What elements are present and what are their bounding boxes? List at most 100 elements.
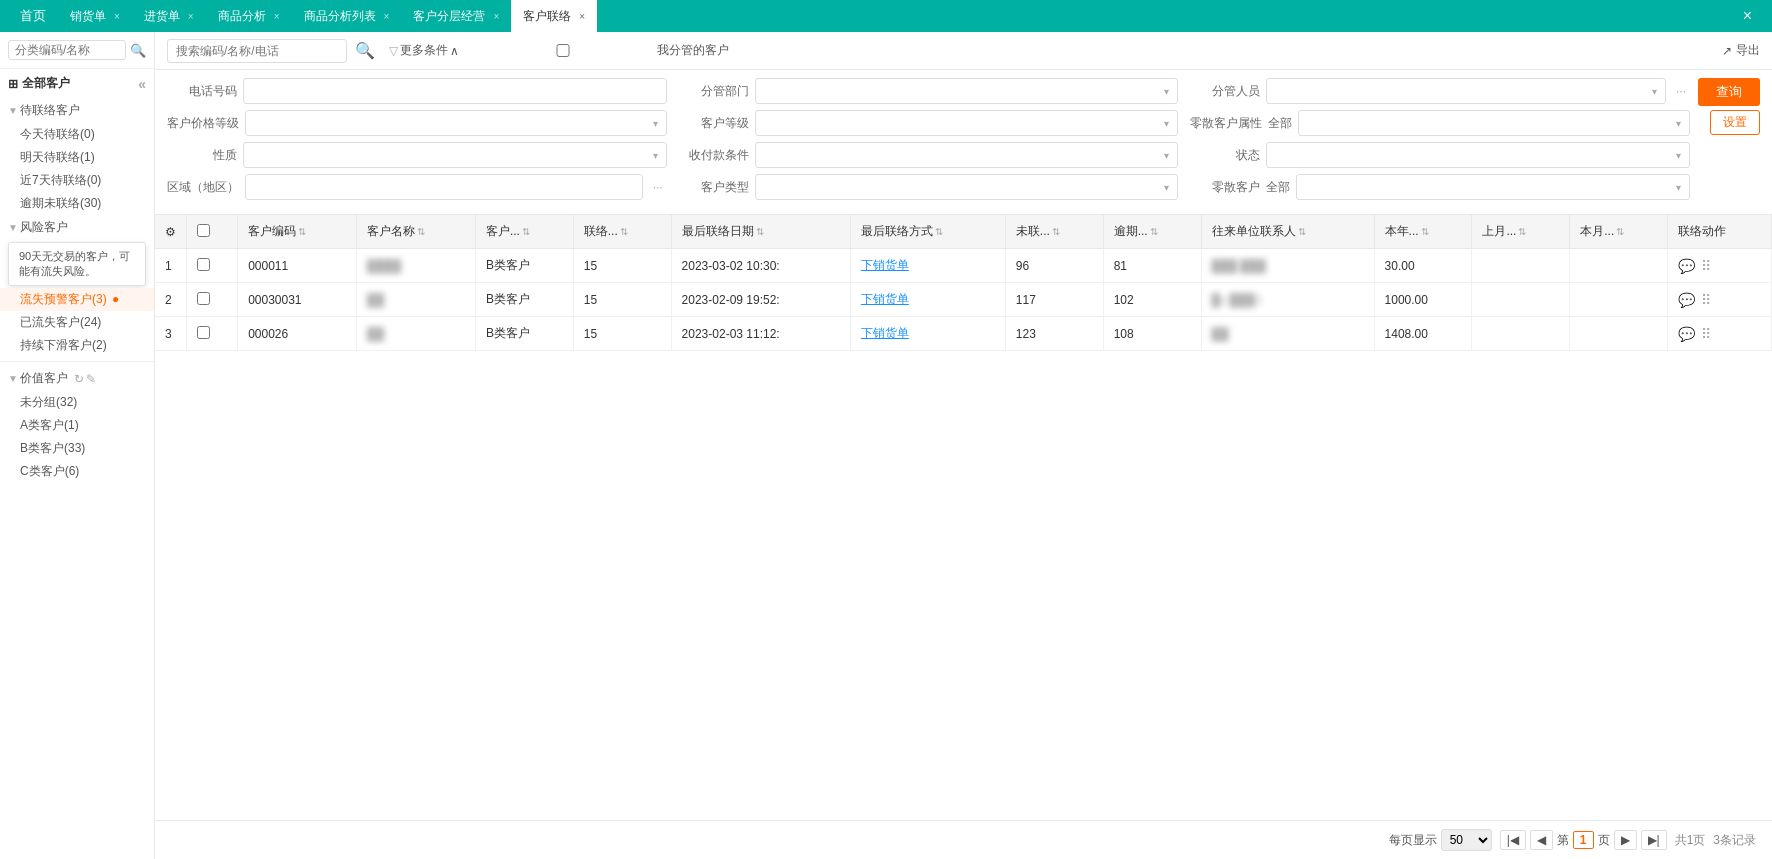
filter-status: 状态 ▾	[1190, 142, 1690, 168]
more-icon[interactable]: ···	[1672, 84, 1690, 98]
row-code: 000026	[238, 317, 357, 351]
tab-customer-link[interactable]: 客户联络 ×	[511, 0, 597, 32]
col-overdue[interactable]: 逾期...⇅	[1103, 215, 1201, 249]
sidebar-search-area: 🔍	[0, 32, 154, 69]
col-last-month[interactable]: 上月...⇅	[1472, 215, 1570, 249]
payment-select[interactable]: ▾	[755, 142, 1179, 168]
close-customer-link-icon[interactable]: ×	[579, 11, 585, 22]
more-actions-icon[interactable]: ⠿	[1701, 326, 1711, 342]
more-actions-icon[interactable]: ⠿	[1701, 292, 1711, 308]
sidebar-item-tomorrow[interactable]: 明天待联络(1)	[0, 146, 154, 169]
close-sales-icon[interactable]: ×	[114, 11, 120, 22]
sort-icon: ⇅	[417, 226, 425, 237]
col-this-year[interactable]: 本年...⇅	[1374, 215, 1472, 249]
tab-analysis-list[interactable]: 商品分析列表 ×	[292, 0, 402, 32]
last-page-button[interactable]: ▶|	[1641, 830, 1667, 850]
dept-select[interactable]: ▾	[755, 78, 1179, 104]
col-last-contact-method[interactable]: 最后联络方式⇅	[850, 215, 1005, 249]
cust-level-select[interactable]: ▾	[755, 110, 1179, 136]
query-button[interactable]: 查询	[1698, 78, 1760, 106]
row-last-contact-method[interactable]: 下销货单	[850, 283, 1005, 317]
sidebar-group-pending[interactable]: ▼ 待联络客户	[0, 98, 154, 123]
close-all-button[interactable]: ×	[1731, 7, 1764, 25]
next-page-button[interactable]: ▶	[1614, 830, 1637, 850]
col-type[interactable]: 客户...⇅	[475, 215, 573, 249]
row-select-checkbox[interactable]	[197, 292, 210, 305]
close-analysis-list-icon[interactable]: ×	[384, 11, 390, 22]
more-icon[interactable]: ···	[649, 180, 667, 194]
chat-icon[interactable]: 💬	[1678, 258, 1695, 274]
more-conditions-button[interactable]: ▽ 更多条件 ∧	[383, 38, 465, 63]
sidebar-item-churn-lost[interactable]: 已流失客户(24)	[0, 311, 154, 334]
close-customer-tier-icon[interactable]: ×	[493, 11, 499, 22]
price-level-select[interactable]: ▾	[245, 110, 667, 136]
contact-method-link[interactable]: 下销货单	[861, 292, 909, 306]
retail-attr-select[interactable]: ▾	[1298, 110, 1690, 136]
chat-icon[interactable]: 💬	[1678, 326, 1695, 342]
sidebar-item-today[interactable]: 今天待联络(0)	[0, 123, 154, 146]
col-unit-contact[interactable]: 往来单位联系人⇅	[1201, 215, 1374, 249]
sidebar-all-customers[interactable]: ⊞ 全部客户 «	[0, 69, 154, 98]
row-this-year: 1000.00	[1374, 283, 1472, 317]
sidebar-item-overdue[interactable]: 逾期未联络(30)	[0, 192, 154, 215]
nature-select[interactable]: ▾	[243, 142, 667, 168]
col-name[interactable]: 客户名称⇅	[357, 215, 476, 249]
search-button[interactable]: 🔍	[355, 41, 375, 60]
row-checkbox[interactable]	[187, 317, 238, 351]
sidebar-item-ungrouped[interactable]: 未分组(32)	[0, 391, 154, 414]
my-customers-checkbox-label[interactable]: 我分管的客户	[473, 42, 729, 59]
search-input[interactable]	[167, 39, 347, 63]
contact-method-link[interactable]: 下销货单	[861, 326, 909, 340]
row-select-checkbox[interactable]	[197, 326, 210, 339]
checkbox-header[interactable]	[187, 215, 238, 249]
sidebar-item-a-class[interactable]: A类客户(1)	[0, 414, 154, 437]
phone-input[interactable]	[243, 78, 667, 104]
per-page-select[interactable]: 50 100 200	[1441, 829, 1492, 851]
tab-sales[interactable]: 销货单 ×	[58, 0, 132, 32]
tab-purchase[interactable]: 进货单 ×	[132, 0, 206, 32]
export-button[interactable]: ↗ 导出	[1722, 42, 1760, 59]
row-last-contact-method[interactable]: 下销货单	[850, 249, 1005, 283]
cust-type-select[interactable]: ▾	[755, 174, 1179, 200]
edit-icon[interactable]: ✎	[86, 372, 96, 386]
sidebar-item-churn-predicted[interactable]: 流失预警客户(3) ●	[0, 288, 154, 311]
collapse-icon[interactable]: «	[138, 76, 146, 92]
my-customers-checkbox[interactable]	[473, 44, 653, 57]
close-analysis-icon[interactable]: ×	[274, 11, 280, 22]
table-settings-header[interactable]: ⚙	[155, 215, 187, 249]
retail-cust-select[interactable]: ▾	[1296, 174, 1690, 200]
close-purchase-icon[interactable]: ×	[188, 11, 194, 22]
row-checkbox[interactable]	[187, 249, 238, 283]
refresh-icon[interactable]: ↻	[74, 372, 84, 386]
sidebar-item-c-class[interactable]: C类客户(6)	[0, 460, 154, 483]
person-select[interactable]: ▾	[1266, 78, 1666, 104]
col-contact[interactable]: 联络...⇅	[573, 215, 671, 249]
col-uncontacted[interactable]: 未联...⇅	[1005, 215, 1103, 249]
sidebar-item-b-class[interactable]: B类客户(33)	[0, 437, 154, 460]
chevron-down-icon: ▾	[1164, 150, 1169, 161]
col-last-contact-date[interactable]: 最后联络日期⇅	[671, 215, 850, 249]
sidebar-group-risk[interactable]: ▼ 风险客户	[0, 215, 154, 240]
row-unit-contact: ███ ███.	[1201, 249, 1374, 283]
chat-icon[interactable]: 💬	[1678, 292, 1695, 308]
prev-page-button[interactable]: ◀	[1530, 830, 1553, 850]
sidebar-search-input[interactable]	[8, 40, 126, 60]
row-select-checkbox[interactable]	[197, 258, 210, 271]
settings-button[interactable]: 设置	[1710, 110, 1760, 135]
sidebar-group-value[interactable]: ▼ 价值客户 ↻ ✎	[0, 366, 154, 391]
select-all-checkbox[interactable]	[197, 224, 210, 237]
first-page-button[interactable]: |◀	[1500, 830, 1526, 850]
region-select[interactable]	[245, 174, 643, 200]
home-tab[interactable]: 首页	[8, 7, 58, 25]
row-last-contact-method[interactable]: 下销货单	[850, 317, 1005, 351]
col-this-month[interactable]: 本月...⇅	[1570, 215, 1668, 249]
contact-method-link[interactable]: 下销货单	[861, 258, 909, 272]
col-code[interactable]: 客户编码⇅	[238, 215, 357, 249]
status-select[interactable]: ▾	[1266, 142, 1690, 168]
tab-customer-tier[interactable]: 客户分层经营 ×	[401, 0, 511, 32]
tab-analysis[interactable]: 商品分析 ×	[206, 0, 292, 32]
more-actions-icon[interactable]: ⠿	[1701, 258, 1711, 274]
sidebar-item-churn-recovery[interactable]: 持续下滑客户(2)	[0, 334, 154, 357]
row-checkbox[interactable]	[187, 283, 238, 317]
sidebar-item-week[interactable]: 近7天待联络(0)	[0, 169, 154, 192]
